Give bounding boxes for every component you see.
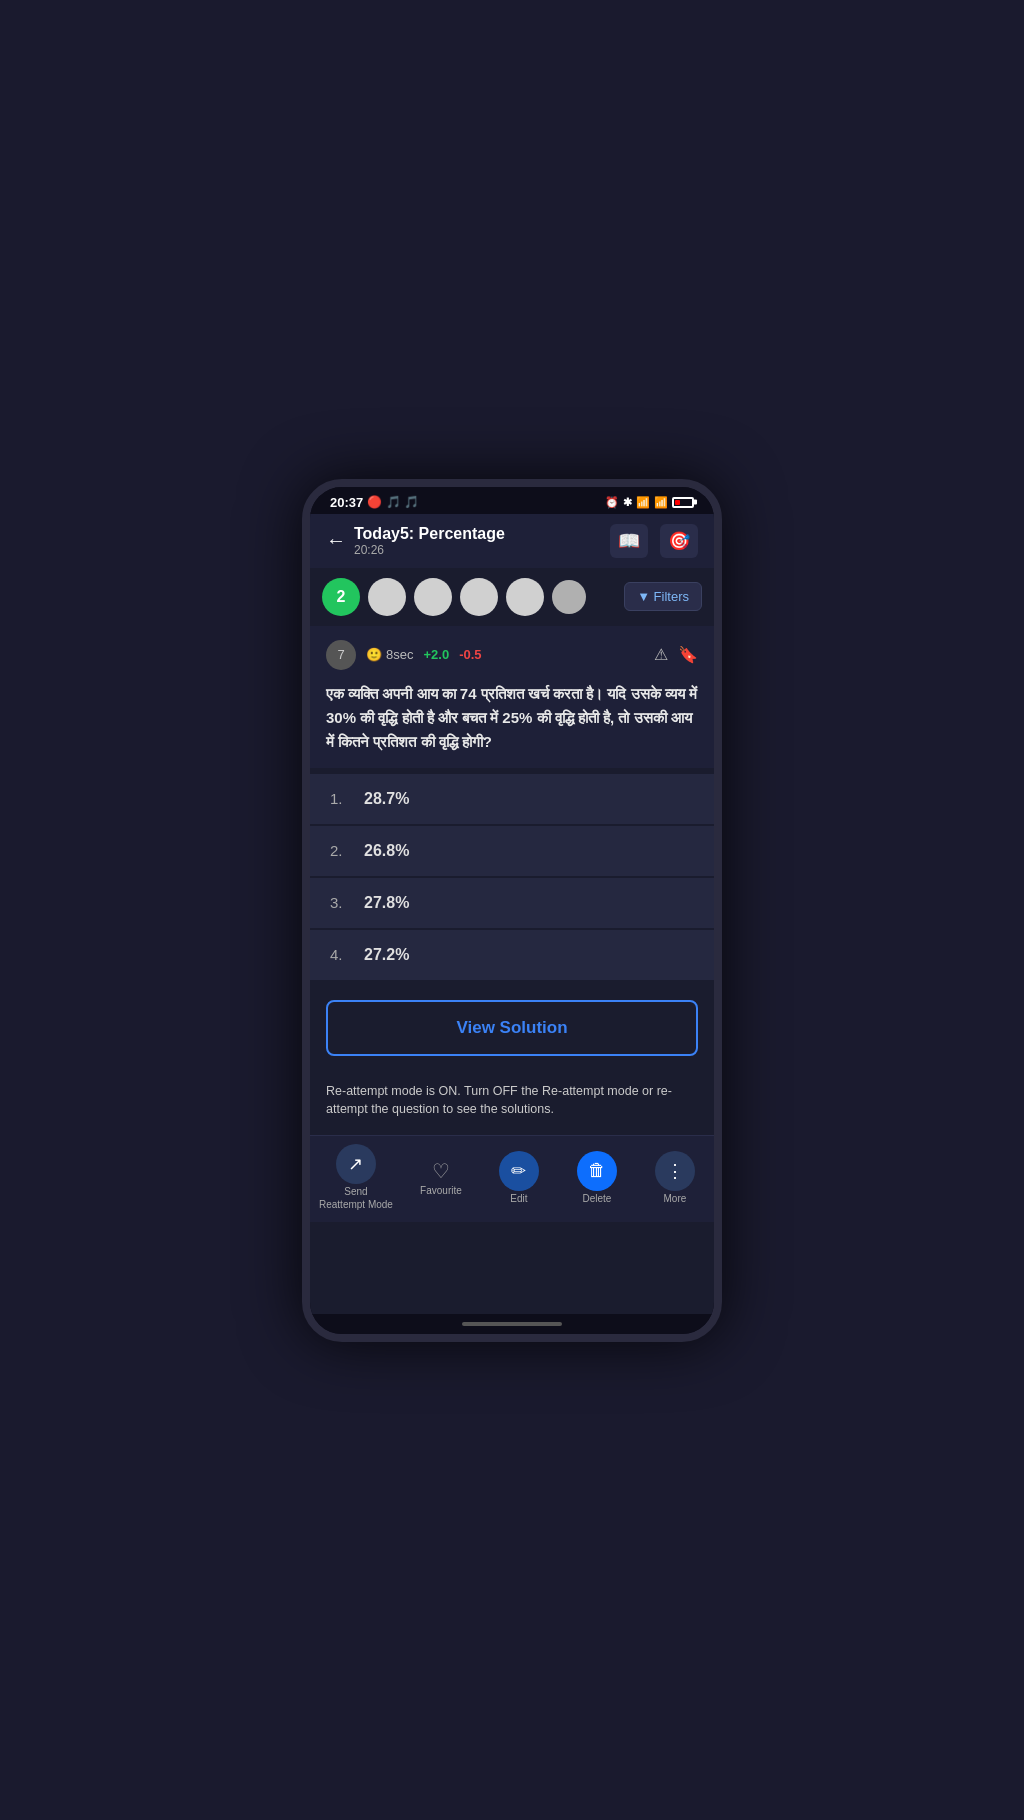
home-bar — [462, 1322, 562, 1326]
send-label: Send — [344, 1186, 367, 1197]
question-actions: ⚠ 🔖 — [654, 645, 698, 664]
options-list: 1. 28.7% 2. 26.8% 3. 27.8% 4. 27.2% — [310, 770, 714, 984]
header-icons: 📖 🎯 — [610, 524, 698, 558]
bottom-item-send[interactable]: ↗ Send Reattempt Mode — [319, 1144, 393, 1210]
bottom-item-delete[interactable]: 🗑 Delete — [567, 1151, 627, 1204]
bookmark-icon[interactable]: 🔖 — [678, 645, 698, 664]
time-display: 20:37 — [330, 495, 363, 510]
header-left: ← Today5: Percentage 20:26 — [326, 525, 505, 557]
question-number-circle: 7 — [326, 640, 356, 670]
question-timer: 🙂 8sec — [366, 647, 413, 662]
alarm-icon: ⏰ — [605, 496, 619, 509]
timer-icon: 🙂 — [366, 647, 382, 662]
filters-button[interactable]: ▼ Filters — [624, 582, 702, 611]
option-3-text: 27.8% — [364, 894, 409, 912]
wifi-icon: 📶 — [636, 496, 650, 509]
app-screen: ← Today5: Percentage 20:26 📖 🎯 2 ▼ Filte… — [310, 514, 714, 1314]
question-card: 7 🙂 8sec +2.0 -0.5 ⚠ 🔖 एक व्यक्ति अपनी आ… — [310, 626, 714, 768]
option-3-number: 3. — [330, 894, 350, 911]
question-meta: 7 🙂 8sec +2.0 -0.5 ⚠ 🔖 — [326, 640, 698, 670]
view-solution-button[interactable]: View Solution — [326, 1000, 698, 1056]
send-icon: ↗ — [336, 1144, 376, 1184]
timer-value: 8sec — [386, 647, 413, 662]
view-solution-section: View Solution — [310, 984, 714, 1072]
question-dot-1[interactable] — [368, 578, 406, 616]
option-2[interactable]: 2. 26.8% — [310, 826, 714, 876]
phone-frame: 20:37 🔴 🎵 🎵 ⏰ ✱ 📶 📶 ← Today5: Percentage… — [302, 479, 722, 1342]
bottom-item-more[interactable]: ⋮ More — [645, 1151, 705, 1204]
edit-icon-circle: ✏ — [499, 1151, 539, 1191]
bluetooth-icon: ✱ — [623, 496, 632, 509]
question-text: एक व्यक्ति अपनी आय का 74 प्रतिशत खर्च कर… — [326, 682, 698, 754]
status-bar: 20:37 🔴 🎵 🎵 ⏰ ✱ 📶 📶 — [310, 487, 714, 514]
question-dot-4[interactable] — [506, 578, 544, 616]
more-icon-circle: ⋮ — [655, 1151, 695, 1191]
book-icon-button[interactable]: 📖 — [610, 524, 648, 558]
question-dot-3[interactable] — [460, 578, 498, 616]
battery-icon — [672, 497, 694, 508]
favourite-icon: ♡ — [432, 1159, 450, 1183]
header-subtitle: 20:26 — [354, 543, 505, 557]
header-title-block: Today5: Percentage 20:26 — [354, 525, 505, 557]
option-3[interactable]: 3. 27.8% — [310, 878, 714, 928]
bottom-bar: ↗ Send Reattempt Mode ♡ Favourite ✏ Edit… — [310, 1135, 714, 1222]
reattempt-text: Re-attempt mode is ON. Turn OFF the Re-a… — [326, 1082, 698, 1120]
reattempt-notice: Re-attempt mode is ON. Turn OFF the Re-a… — [310, 1072, 714, 1136]
option-4-text: 27.2% — [364, 946, 409, 964]
question-dot-2[interactable] — [414, 578, 452, 616]
option-4[interactable]: 4. 27.2% — [310, 930, 714, 980]
target-icon-button[interactable]: 🎯 — [660, 524, 698, 558]
option-1[interactable]: 1. 28.7% — [310, 774, 714, 824]
warning-icon[interactable]: ⚠ — [654, 645, 668, 664]
header: ← Today5: Percentage 20:26 📖 🎯 — [310, 514, 714, 568]
status-right: ⏰ ✱ 📶 📶 — [605, 496, 694, 509]
bottom-item-favourite[interactable]: ♡ Favourite — [411, 1159, 471, 1196]
more-icon: ⋮ — [666, 1160, 684, 1182]
reattempt-label: Reattempt Mode — [319, 1199, 393, 1210]
header-title: Today5: Percentage — [354, 525, 505, 543]
filters-row: 2 ▼ Filters — [310, 568, 714, 626]
delete-icon-circle: 🗑 — [577, 1151, 617, 1191]
back-button[interactable]: ← — [326, 529, 346, 552]
home-indicator — [310, 1314, 714, 1334]
delete-label: Delete — [582, 1193, 611, 1204]
option-1-text: 28.7% — [364, 790, 409, 808]
app-icons: 🔴 🎵 🎵 — [367, 495, 419, 509]
delete-icon: 🗑 — [588, 1160, 606, 1181]
edit-label: Edit — [510, 1193, 527, 1204]
bottom-item-edit[interactable]: ✏ Edit — [489, 1151, 549, 1204]
option-4-number: 4. — [330, 946, 350, 963]
more-label: More — [664, 1193, 687, 1204]
signal-icon: 📶 — [654, 496, 668, 509]
edit-icon: ✏ — [511, 1160, 526, 1182]
option-2-number: 2. — [330, 842, 350, 859]
positive-score: +2.0 — [423, 647, 449, 662]
question-num-active[interactable]: 2 — [322, 578, 360, 616]
favourite-label: Favourite — [420, 1185, 462, 1196]
question-dot-5[interactable] — [552, 580, 586, 614]
status-left: 20:37 🔴 🎵 🎵 — [330, 495, 419, 510]
negative-score: -0.5 — [459, 647, 481, 662]
option-2-text: 26.8% — [364, 842, 409, 860]
option-1-number: 1. — [330, 790, 350, 807]
